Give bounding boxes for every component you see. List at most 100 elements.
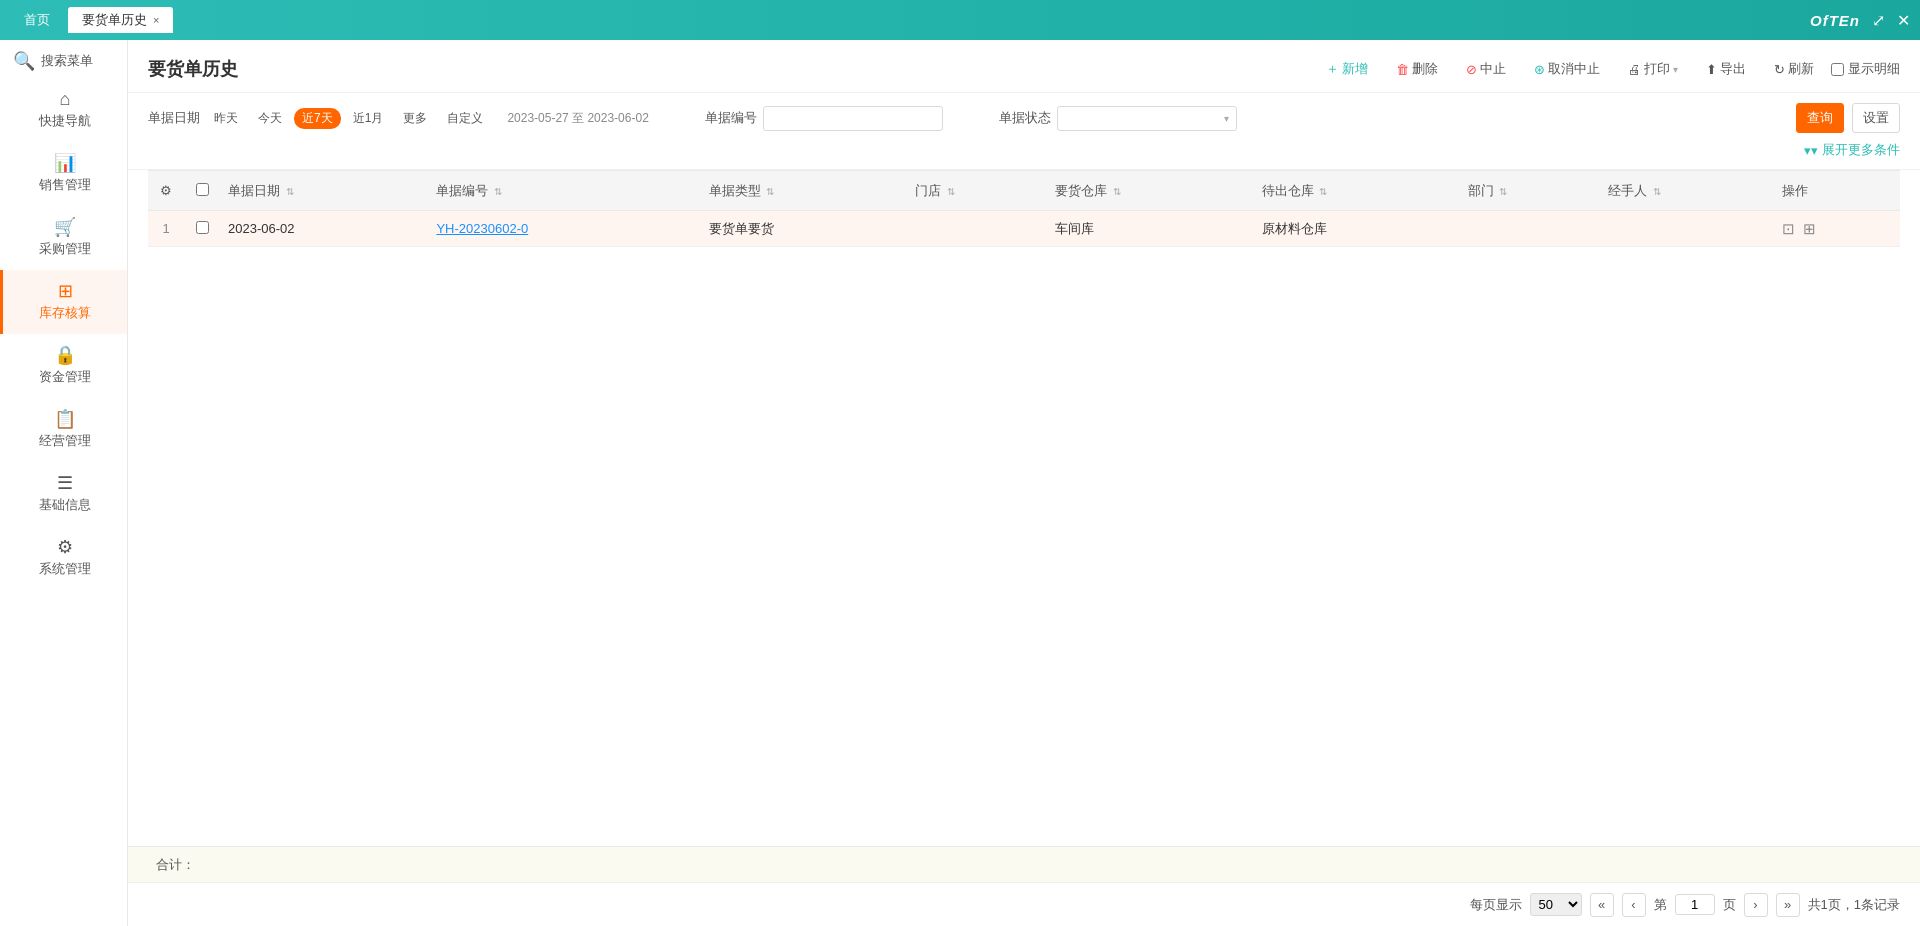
prev-page-icon: ‹	[1631, 897, 1635, 912]
date-pill-today[interactable]: 今天	[250, 108, 290, 129]
prev-page-button[interactable]: ‹	[1622, 893, 1646, 917]
date-pill-more[interactable]: 更多	[395, 108, 435, 129]
inventory-icon: ⊞	[58, 282, 73, 300]
sidebar-item-inventory-label: 库存核算	[39, 304, 91, 322]
col-settings[interactable]: ⚙	[148, 171, 184, 211]
bill-type-sort-icon: ⇅	[766, 186, 774, 197]
row-more-icon[interactable]: ⊞	[1803, 220, 1816, 238]
query-button[interactable]: 查询	[1796, 103, 1844, 133]
search-icon: 🔍	[13, 52, 35, 70]
row-view-icon[interactable]: ⊡	[1782, 220, 1795, 238]
row-req-warehouse: 车间库	[1047, 211, 1253, 247]
row-bill-type: 要货单要货	[701, 211, 907, 247]
brand-name: OfTEn	[1810, 12, 1860, 29]
page-input[interactable]	[1675, 894, 1715, 915]
header-actions: ＋ 新增 🗑 删除 ⊘ 中止 ⊛ 取消中止 🖨 打印	[1315, 54, 1900, 84]
col-bill-type[interactable]: 单据类型 ⇅	[701, 171, 907, 211]
sidebar-item-system[interactable]: ⚙ 系统管理	[0, 526, 127, 590]
delete-button[interactable]: 🗑 删除	[1385, 54, 1449, 84]
cancel-stop-label: 取消中止	[1548, 60, 1600, 78]
col-ops-label: 操作	[1782, 183, 1808, 198]
filter-bill-status: 单据状态 ▾	[999, 106, 1237, 131]
table-container: ⚙ 单据日期 ⇅ 单据编号 ⇅ 单据类型	[128, 170, 1920, 846]
filter-bill-status-wrapper: ▾	[1057, 106, 1237, 131]
first-page-button[interactable]: «	[1590, 893, 1614, 917]
sidebar-search[interactable]: 🔍 搜索菜单	[0, 44, 127, 78]
col-req-warehouse[interactable]: 要货仓库 ⇅	[1047, 171, 1253, 211]
content-area: 要货单历史 ＋ 新增 🗑 删除 ⊘ 中止 ⊛ 取消中止	[128, 40, 1920, 926]
sidebar-item-basic-info[interactable]: ☰ 基础信息	[0, 462, 127, 526]
col-pending-warehouse[interactable]: 待出仓库 ⇅	[1254, 171, 1460, 211]
col-dept[interactable]: 部门 ⇅	[1460, 171, 1601, 211]
footer-sum: 合计：	[128, 846, 1920, 882]
finance-icon: 🔒	[54, 346, 76, 364]
row-bill-no[interactable]: YH-20230602-0	[428, 211, 700, 247]
dept-sort-icon: ⇅	[1499, 186, 1507, 197]
per-page-select[interactable]: 10 20 50 100	[1530, 893, 1582, 916]
col-bill-date[interactable]: 单据日期 ⇅	[220, 171, 428, 211]
delete-label: 删除	[1412, 60, 1438, 78]
col-checkbox	[184, 171, 220, 211]
filter-bill-no-input[interactable]	[763, 106, 943, 131]
table-row: 1 2023-06-02 YH-20230602-0 要货单要货 车间库 原材料…	[148, 211, 1900, 247]
next-page-button[interactable]: ›	[1744, 893, 1768, 917]
filter-bill-status-select[interactable]	[1057, 106, 1237, 131]
print-button[interactable]: 🖨 打印 ▾	[1617, 54, 1689, 84]
stop-button[interactable]: ⊘ 中止	[1455, 54, 1517, 84]
export-icon: ⬆	[1706, 62, 1717, 77]
sidebar-item-finance[interactable]: 🔒 资金管理	[0, 334, 127, 398]
cancel-stop-button[interactable]: ⊛ 取消中止	[1523, 54, 1611, 84]
last-page-button[interactable]: »	[1776, 893, 1800, 917]
expand-more-button[interactable]: ▾▾ 展开更多条件	[1804, 141, 1900, 159]
quick-nav-icon: ⌂	[60, 90, 71, 108]
col-dept-label: 部门	[1468, 183, 1494, 198]
date-pill-7days[interactable]: 近7天	[294, 108, 341, 129]
date-pill-custom[interactable]: 自定义	[439, 108, 491, 129]
col-store[interactable]: 门店 ⇅	[907, 171, 1048, 211]
col-ops: 操作	[1774, 171, 1900, 211]
date-pill-yesterday[interactable]: 昨天	[206, 108, 246, 129]
filter-bill-date: 单据日期 昨天 今天 近7天 近1月 更多 自定义	[148, 108, 491, 129]
tab-close-icon[interactable]: ×	[153, 14, 159, 26]
sidebar-item-inventory[interactable]: ⊞ 库存核算	[0, 270, 127, 334]
maximize-icon[interactable]: ⤢	[1872, 11, 1885, 30]
col-bill-no[interactable]: 单据编号 ⇅	[428, 171, 700, 211]
store-sort-icon: ⇅	[947, 186, 955, 197]
date-pill-1month[interactable]: 近1月	[345, 108, 392, 129]
sidebar-item-operation[interactable]: 📋 经营管理	[0, 398, 127, 462]
new-icon: ＋	[1326, 60, 1339, 78]
page-label: 第	[1654, 896, 1667, 914]
col-bill-no-label: 单据编号	[436, 183, 488, 198]
expand-more-label: 展开更多条件	[1822, 141, 1900, 159]
refresh-button[interactable]: ↻ 刷新	[1763, 54, 1825, 84]
col-handler-label: 经手人	[1608, 183, 1647, 198]
sales-icon: 📊	[54, 154, 76, 172]
new-button[interactable]: ＋ 新增	[1315, 54, 1379, 84]
close-window-icon[interactable]: ✕	[1897, 11, 1910, 30]
purchase-icon: 🛒	[54, 218, 76, 236]
select-all-checkbox[interactable]	[196, 183, 209, 196]
show-detail-label: 显示明细	[1848, 60, 1900, 78]
sidebar-item-purchase[interactable]: 🛒 采购管理	[0, 206, 127, 270]
filter-bill-date-label: 单据日期	[148, 109, 200, 127]
show-detail-checkbox[interactable]: 显示明细	[1831, 60, 1900, 78]
export-button[interactable]: ⬆ 导出	[1695, 54, 1757, 84]
row-checkbox[interactable]	[196, 221, 209, 234]
basic-info-icon: ☰	[57, 474, 73, 492]
sidebar-item-quick-nav[interactable]: ⌂ 快捷导航	[0, 78, 127, 142]
sidebar-item-sales[interactable]: 📊 销售管理	[0, 142, 127, 206]
system-icon: ⚙	[57, 538, 73, 556]
pending-warehouse-sort-icon: ⇅	[1319, 186, 1327, 197]
tab-home[interactable]: 首页	[10, 7, 64, 33]
show-detail-input[interactable]	[1831, 63, 1844, 76]
filter-bill-no-label: 单据编号	[705, 109, 757, 127]
operation-icon: 📋	[54, 410, 76, 428]
total-info: 共1页，1条记录	[1808, 896, 1900, 914]
table-header: ⚙ 单据日期 ⇅ 单据编号 ⇅ 单据类型	[148, 171, 1900, 211]
filter-row-expand: ▾▾ 展开更多条件	[148, 141, 1900, 159]
col-bill-type-label: 单据类型	[709, 183, 761, 198]
col-handler[interactable]: 经手人 ⇅	[1600, 171, 1773, 211]
setting-button[interactable]: 设置	[1852, 103, 1900, 133]
row-num: 1	[148, 211, 184, 247]
tab-requisition-history[interactable]: 要货单历史 ×	[68, 7, 173, 33]
